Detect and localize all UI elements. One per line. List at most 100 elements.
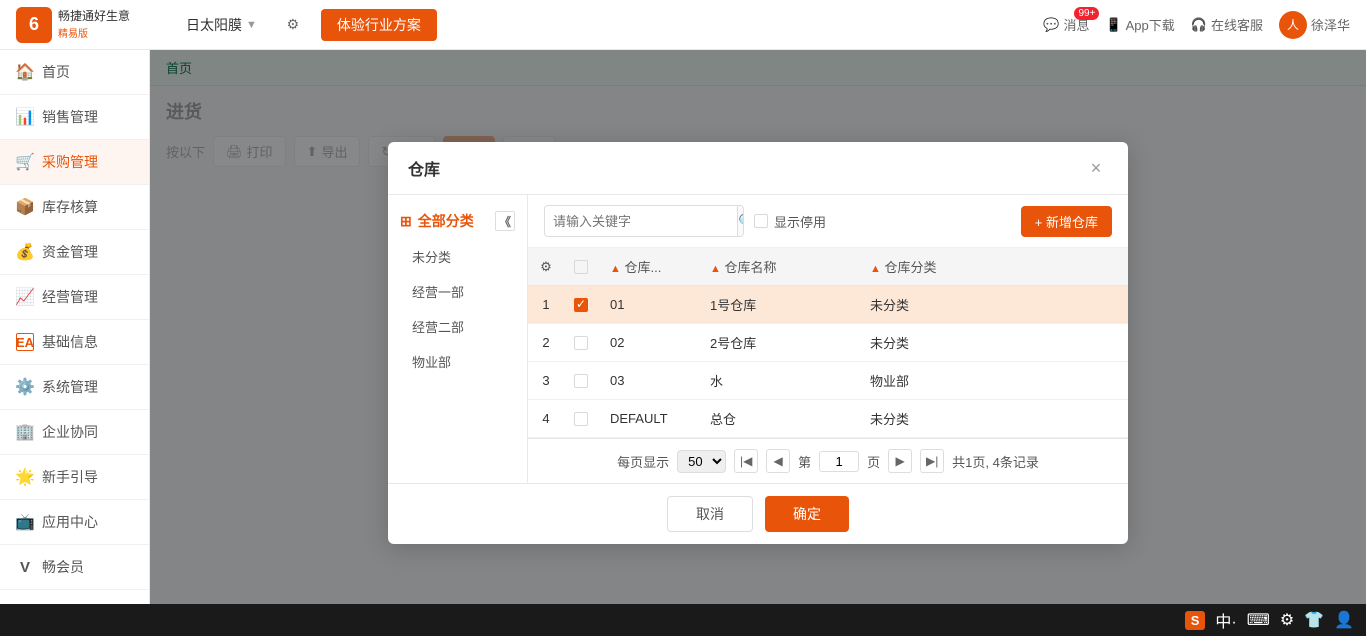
table-row[interactable]: 1 ✓ 01 1号仓库 未分类 [528,286,1128,324]
user-icon2: 👤 [1334,610,1354,630]
col-name-header: ▲ 仓库名称 [700,248,860,286]
try-industry-button[interactable]: 体验行业方案 [321,9,437,41]
sidebar-item-sales[interactable]: 📊 销售管理 [0,95,149,140]
per-page-select[interactable]: 50 [677,450,726,473]
row-checkbox[interactable] [564,324,600,362]
logo-area: 6 畅捷通好生意 精易版 [16,7,166,43]
sidebar-label-system: 系统管理 [42,377,98,397]
col-checkbox [564,248,600,286]
warehouse-table: ⚙ ▲ 仓库... [528,248,1128,438]
first-page-button[interactable]: |◀ [734,449,758,473]
logo-icon: 6 [16,7,52,43]
messages-badge: 99+ [1074,7,1099,20]
row-name: 总仓 [700,400,860,438]
sidebar-item-guide[interactable]: 🌟 新手引导 [0,455,149,500]
row-code: DEFAULT [600,400,700,438]
confirm-button[interactable]: 确定 [765,496,849,532]
app-download-button[interactable]: 📱 App下载 [1105,15,1174,34]
sidebar: 🏠 首页 📊 销售管理 🛒 采购管理 📦 库存核算 💰 资金管理 📈 经营管理 … [0,50,150,636]
app-center-icon: 📺 [16,513,34,531]
show-disabled-checkbox[interactable] [754,214,768,228]
sidebar-label-purchase: 采购管理 [42,152,98,172]
messages-button[interactable]: 💬 消息 99+ [1043,15,1089,34]
all-categories-header[interactable]: ⊞ 全部分类 《 [388,203,527,239]
sidebar-item-purchase[interactable]: 🛒 采购管理 [0,140,149,185]
sidebar-label-member: 畅会员 [42,557,84,577]
logo-text: 畅捷通好生意 [58,9,130,25]
select-all-checkbox[interactable] [574,260,588,274]
row-num: 1 [528,286,564,324]
modal-toolbar: 🔍 显示停用 + 新增仓库 [528,195,1128,248]
modal-overlay: 仓库 × ⊞ 全部分类 《 未分类 经营一部 经营二部 [150,50,1366,636]
sidebar-item-home[interactable]: 🏠 首页 [0,50,149,95]
row-checkbox[interactable] [564,400,600,438]
category-item-operation2[interactable]: 经营二部 [388,309,527,344]
sidebar-item-system[interactable]: ⚙️ 系统管理 [0,365,149,410]
row-checkbox[interactable] [564,362,600,400]
gear-button[interactable]: ⚙ [277,9,309,41]
cancel-button[interactable]: 取消 [667,496,753,532]
show-disabled-label[interactable]: 显示停用 [754,212,826,231]
grid-icon: ⊞ [400,213,412,230]
sort-icon: ▲ [610,263,621,275]
online-service-button[interactable]: 🎧 在线客服 [1191,15,1263,34]
settings-icon2: ⚙ [1280,610,1294,630]
sidebar-item-basic[interactable]: EA 基础信息 [0,320,149,365]
row-name: 水 [700,362,860,400]
row-category: 未分类 [860,400,1128,438]
modal-title: 仓库 [408,156,440,180]
page-input[interactable] [819,451,859,472]
sidebar-item-member[interactable]: V 畅会员 [0,545,149,590]
keyboard-icon: ⌨ [1247,610,1270,630]
search-icon-button[interactable]: 🔍 [737,206,744,236]
sidebar-item-app-center[interactable]: 📺 应用中心 [0,500,149,545]
row-category: 物业部 [860,362,1128,400]
table-row[interactable]: 3 03 水 物业部 [528,362,1128,400]
row-checkbox[interactable]: ✓ [564,286,600,324]
sidebar-item-operation[interactable]: 📈 经营管理 [0,275,149,320]
category-item-operation1[interactable]: 经营一部 [388,274,527,309]
sales-icon: 📊 [16,108,34,126]
sidebar-label-finance: 资金管理 [42,242,98,262]
category-item-property[interactable]: 物业部 [388,344,527,379]
sidebar-item-enterprise[interactable]: 🏢 企业协同 [0,410,149,455]
top-header: 6 畅捷通好生意 精易版 日太阳膜 ▼ ⚙ 体验行业方案 💬 消息 99+ 📱 … [0,0,1366,50]
table-row[interactable]: 4 DEFAULT 总仓 未分类 [528,400,1128,438]
basic-icon: EA [16,333,34,351]
sidebar-item-inventory[interactable]: 📦 库存核算 [0,185,149,230]
prev-page-button[interactable]: ◀ [766,449,790,473]
search-input[interactable] [545,209,737,234]
search-box: 🔍 [544,205,744,237]
sidebar-item-finance[interactable]: 💰 资金管理 [0,230,149,275]
sidebar-label-inventory: 库存核算 [42,197,98,217]
modal-close-button[interactable]: × [1084,156,1108,180]
sidebar-label-enterprise: 企业协同 [42,422,98,442]
warehouse-modal: 仓库 × ⊞ 全部分类 《 未分类 经营一部 经营二部 [388,142,1128,544]
total-label: 共1页, 4条记录 [952,452,1039,471]
last-page-button[interactable]: ▶| [920,449,944,473]
row-name: 2号仓库 [700,324,860,362]
add-warehouse-button[interactable]: + 新增仓库 [1021,206,1112,237]
table-row[interactable]: 2 02 2号仓库 未分类 [528,324,1128,362]
modal-footer: 取消 确定 [388,483,1128,544]
collapse-button[interactable]: 《 [495,211,515,231]
phone-icon: 📱 [1105,17,1121,33]
user-menu-button[interactable]: 人 徐泽华 [1279,11,1350,39]
operation-icon: 📈 [16,288,34,306]
row-code: 02 [600,324,700,362]
purchase-icon: 🛒 [16,153,34,171]
row-code: 01 [600,286,700,324]
category-item-unclassified[interactable]: 未分类 [388,239,527,274]
store-selector[interactable]: 日太阳膜 ▼ [178,11,265,39]
col-category-header: ▲ 仓库分类 [860,248,1128,286]
message-icon: 💬 [1043,17,1059,33]
next-page-button[interactable]: ▶ [888,449,912,473]
main-content: 首页 进货 按以下 🖨 打印 ⬆ 导出 ↻ 刷新 查询 [150,50,1366,636]
page-label: 页 [867,452,880,471]
sidebar-label-sales: 销售管理 [42,107,98,127]
modal-header: 仓库 × [388,142,1128,195]
row-category: 未分类 [860,286,1128,324]
inventory-icon: 📦 [16,198,34,216]
row-num: 4 [528,400,564,438]
modal-body: ⊞ 全部分类 《 未分类 经营一部 经营二部 物业部 [388,195,1128,483]
